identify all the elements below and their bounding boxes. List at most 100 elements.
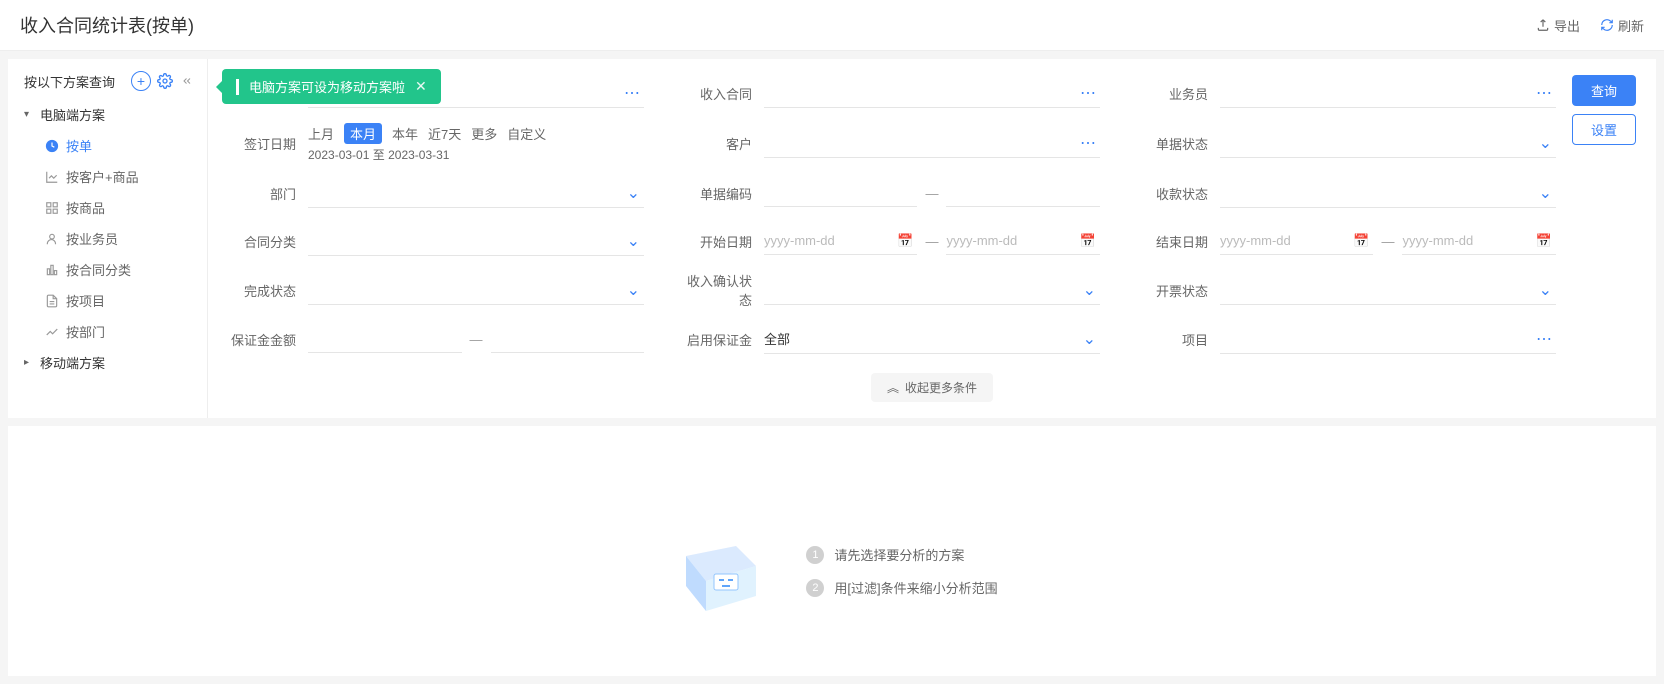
range-separator: — <box>925 234 938 249</box>
project-picker[interactable]: ⋯ <box>1220 324 1556 354</box>
filter-sign-date: 签订日期 上月 本月 本年 近7天 更多 自定义 2023-03-01 至 20… <box>228 123 644 163</box>
bill-no-from-input[interactable] <box>764 179 918 207</box>
scheme-settings-button[interactable] <box>155 71 175 91</box>
user-icon <box>44 231 60 247</box>
filter-income-confirm-status: 收入确认状态 ⌄ <box>684 271 1100 309</box>
chevron-down-icon: ⌄ <box>1083 329 1096 349</box>
sidebar-item-by-customer-product[interactable]: 按客户+商品 <box>8 161 207 192</box>
sidebar: 按以下方案查询 + ▾ 电脑端方案 按单 按客户+商品 <box>8 59 208 418</box>
complete-status-select[interactable]: ⌄ <box>308 275 644 305</box>
filter-department: 部门 ⌄ <box>228 175 644 211</box>
filter-enable-deposit: 启用保证金 全部 ⌄ <box>684 321 1100 357</box>
more-icon: ⋯ <box>1536 329 1552 349</box>
empty-step-1: 1 请先选择要分析的方案 <box>806 545 997 564</box>
deposit-from-input[interactable] <box>308 325 462 353</box>
range-separator: — <box>1381 234 1394 249</box>
export-button[interactable]: 导出 <box>1536 16 1580 35</box>
empty-state: 1 请先选择要分析的方案 2 用[过滤]条件来缩小分析范围 <box>8 426 1656 676</box>
contract-category-select[interactable]: ⌄ <box>308 226 644 256</box>
filter-receipt-status: 收款状态 ⌄ <box>1140 175 1556 211</box>
income-confirm-status-select[interactable]: ⌄ <box>764 275 1100 305</box>
income-contract-picker[interactable]: ⋯ <box>764 78 1100 108</box>
step-number-2: 2 <box>806 579 824 597</box>
filter-panel: 电脑方案可设为移动方案啦 ✕ ⋯ 收入合同 ⋯ <box>208 59 1656 418</box>
date-opt-more[interactable]: 更多 <box>471 124 497 143</box>
header-actions: 导出 刷新 <box>1536 16 1644 35</box>
page-header: 收入合同统计表(按单) 导出 刷新 <box>0 0 1664 51</box>
date-opt-7days[interactable]: 近7天 <box>428 124 461 143</box>
salesperson-picker[interactable]: ⋯ <box>1220 78 1556 108</box>
department-select[interactable]: ⌄ <box>308 178 644 208</box>
tree-group-mobile[interactable]: ▸ 移动端方案 <box>8 347 207 378</box>
sidebar-collapse-button[interactable] <box>179 73 195 89</box>
empty-step-2: 2 用[过滤]条件来缩小分析范围 <box>806 578 997 597</box>
filter-start-date: 开始日期 yyyy-mm-dd 📅 — yyyy-mm-dd 📅 <box>684 223 1100 259</box>
deposit-to-input[interactable] <box>491 325 645 353</box>
query-button[interactable]: 查询 <box>1572 75 1636 106</box>
more-icon: ⋯ <box>624 83 640 103</box>
customer-picker[interactable]: ⋯ <box>764 128 1100 158</box>
file-icon <box>44 293 60 309</box>
chevron-down-icon: ⌄ <box>627 183 640 203</box>
tip-bubble: 电脑方案可设为移动方案啦 ✕ <box>222 69 441 104</box>
range-separator: — <box>470 332 483 347</box>
date-opt-custom[interactable]: 自定义 <box>507 124 546 143</box>
start-date-from-input[interactable]: yyyy-mm-dd 📅 <box>764 227 918 255</box>
filter-income-contract: 收入合同 ⋯ <box>684 75 1100 111</box>
empty-illustration <box>666 526 776 616</box>
chevron-down-icon: ⌄ <box>1539 183 1552 203</box>
filter-bill-status: 单据状态 ⌄ <box>1140 123 1556 163</box>
chevron-left-double-icon <box>181 75 193 87</box>
chevron-down-icon: ⌄ <box>1539 280 1552 300</box>
chevron-up-double-icon: ︽ <box>887 379 899 396</box>
chart-icon <box>44 169 60 185</box>
settings-button[interactable]: 设置 <box>1572 114 1636 145</box>
tip-text: 电脑方案可设为移动方案啦 <box>249 77 405 96</box>
date-opt-this-month[interactable]: 本月 <box>344 123 382 144</box>
sidebar-item-by-bill[interactable]: 按单 <box>8 130 207 161</box>
sidebar-item-by-salesperson[interactable]: 按业务员 <box>8 223 207 254</box>
sidebar-item-by-department[interactable]: 按部门 <box>8 316 207 347</box>
action-column: 查询 设置 <box>1572 75 1636 145</box>
end-date-to-input[interactable]: yyyy-mm-dd 📅 <box>1402 227 1556 255</box>
filter-deposit-amount: 保证金金额 — <box>228 321 644 357</box>
receipt-status-select[interactable]: ⌄ <box>1220 178 1556 208</box>
grid-icon <box>44 200 60 216</box>
step-number-1: 1 <box>806 546 824 564</box>
calendar-icon: 📅 <box>1536 233 1552 249</box>
chevron-down-icon: ⌄ <box>627 231 640 251</box>
more-icon: ⋯ <box>1536 83 1552 103</box>
filter-salesperson: 业务员 ⋯ <box>1140 75 1556 111</box>
date-range-display: 2023-03-01 至 2023-03-31 <box>308 146 449 163</box>
tree-group-desktop[interactable]: ▾ 电脑端方案 <box>8 99 207 130</box>
filter-contract-category: 合同分类 ⌄ <box>228 223 644 259</box>
add-scheme-button[interactable]: + <box>131 71 151 91</box>
chevron-down-icon: ⌄ <box>627 280 640 300</box>
bar-chart-icon <box>44 262 60 278</box>
sidebar-item-by-project[interactable]: 按项目 <box>8 285 207 316</box>
caret-down-icon: ▾ <box>24 109 34 120</box>
start-date-to-input[interactable]: yyyy-mm-dd 📅 <box>946 227 1100 255</box>
bill-status-select[interactable]: ⌄ <box>1220 128 1556 158</box>
filter-end-date: 结束日期 yyyy-mm-dd 📅 — yyyy-mm-dd 📅 <box>1140 223 1556 259</box>
end-date-from-input[interactable]: yyyy-mm-dd 📅 <box>1220 227 1374 255</box>
chevron-down-icon: ⌄ <box>1539 133 1552 153</box>
refresh-button[interactable]: 刷新 <box>1600 16 1644 35</box>
caret-right-icon: ▸ <box>24 357 34 368</box>
sidebar-item-by-contract-category[interactable]: 按合同分类 <box>8 254 207 285</box>
more-icon: ⋯ <box>1080 83 1096 103</box>
enable-deposit-select[interactable]: 全部 ⌄ <box>764 324 1100 354</box>
invoice-status-select[interactable]: ⌄ <box>1220 275 1556 305</box>
refresh-icon <box>1600 18 1614 32</box>
tip-bar-icon <box>236 79 239 95</box>
date-opt-last-month[interactable]: 上月 <box>308 124 334 143</box>
filter-customer: 客户 ⋯ <box>684 123 1100 163</box>
tip-close-button[interactable]: ✕ <box>415 78 427 95</box>
bill-no-to-input[interactable] <box>946 179 1100 207</box>
sidebar-item-by-product[interactable]: 按商品 <box>8 192 207 223</box>
calendar-icon: 📅 <box>1080 233 1096 249</box>
chevron-down-icon: ⌄ <box>1083 280 1096 300</box>
date-opt-this-year[interactable]: 本年 <box>392 124 418 143</box>
clock-icon <box>44 138 60 154</box>
collapse-conditions-button[interactable]: ︽ 收起更多条件 <box>871 373 993 402</box>
